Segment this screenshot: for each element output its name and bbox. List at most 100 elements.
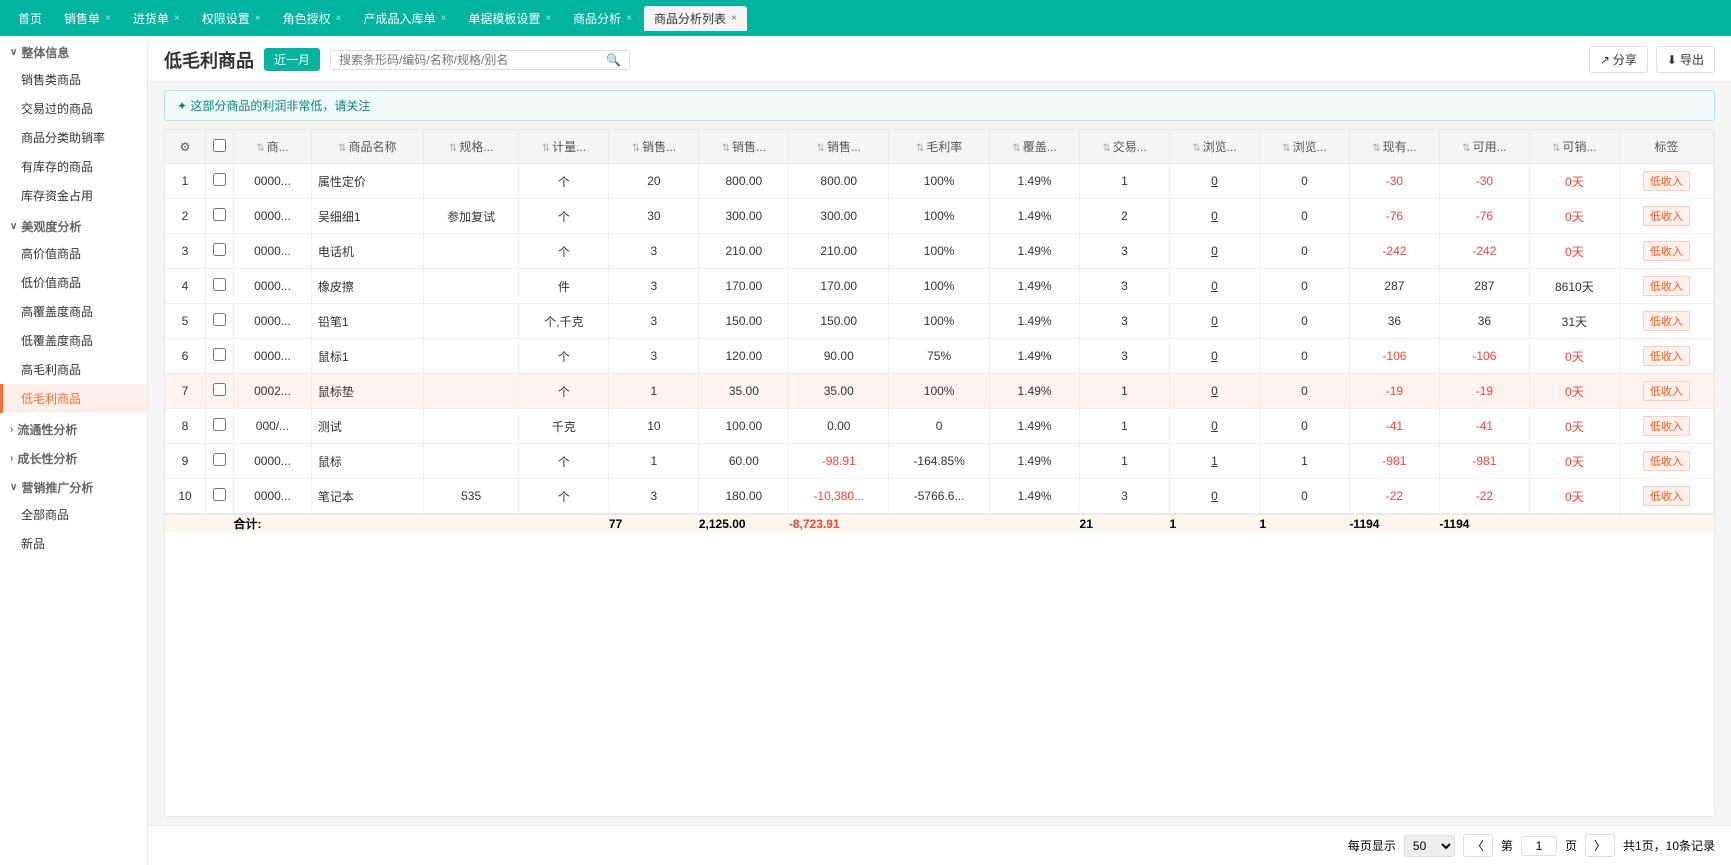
row-checkbox[interactable] xyxy=(213,453,226,466)
footer-coverage xyxy=(990,514,1080,532)
close-icon[interactable]: × xyxy=(440,13,446,24)
sidebar-item-traded-products[interactable]: 交易过的商品 xyxy=(0,94,147,123)
period-button[interactable]: 近一月 xyxy=(264,48,320,71)
cell-unit: 个 xyxy=(519,234,609,269)
next-page-button[interactable]: 〉 xyxy=(1585,834,1615,857)
cell-coverage: 1.49% xyxy=(990,199,1080,234)
cell-view1[interactable]: 1 xyxy=(1170,444,1260,479)
sidebar-item-stock-capital[interactable]: 库存资金占用 xyxy=(0,181,147,210)
row-checkbox[interactable] xyxy=(213,208,226,221)
sidebar-item-low-value[interactable]: 低价值商品 xyxy=(0,268,147,297)
nav-role-auth[interactable]: 角色授权 × xyxy=(273,6,352,31)
cell-view1[interactable]: 0 xyxy=(1170,339,1260,374)
row-checkbox[interactable] xyxy=(213,348,226,361)
cell-checkbox[interactable] xyxy=(206,374,234,409)
th-checkbox[interactable] xyxy=(206,130,234,164)
row-checkbox[interactable] xyxy=(213,313,226,326)
cell-tag: 低收入 xyxy=(1619,234,1713,269)
search-icon[interactable]: 🔍 xyxy=(606,53,621,67)
cell-sales-price: 60.00 xyxy=(699,444,789,479)
row-checkbox[interactable] xyxy=(213,173,226,186)
cell-checkbox[interactable] xyxy=(206,269,234,304)
nav-product-analysis-list[interactable]: 商品分析列表 × xyxy=(644,6,747,31)
cell-checkbox[interactable] xyxy=(206,234,234,269)
sidebar-group-aesthetics[interactable]: ∨ 美观度分析 xyxy=(0,210,147,239)
cell-view1[interactable]: 0 xyxy=(1170,374,1260,409)
sidebar-group-overall[interactable]: ∨ 整体信息 xyxy=(0,36,147,65)
th-margin: ⇅毛利率 xyxy=(889,130,990,164)
sidebar-item-sales-products[interactable]: 销售类商品 xyxy=(0,65,147,94)
cell-tag: 低收入 xyxy=(1619,304,1713,339)
cell-view1[interactable]: 0 xyxy=(1170,479,1260,515)
cell-view2: 0 xyxy=(1259,304,1349,339)
close-icon[interactable]: × xyxy=(174,13,180,24)
cell-view1[interactable]: 0 xyxy=(1170,304,1260,339)
table-row: 6 0000... 鼠标1 个 3 120.00 90.00 75% 1.49%… xyxy=(165,339,1714,374)
row-checkbox[interactable] xyxy=(213,418,226,431)
cell-checkbox[interactable] xyxy=(206,164,234,199)
nav-purchase-order[interactable]: 进货单 × xyxy=(123,6,190,31)
nav-product-in[interactable]: 产成品入库单 × xyxy=(353,6,456,31)
cell-view1[interactable]: 0 xyxy=(1170,164,1260,199)
cell-name: 铅笔1 xyxy=(311,304,423,339)
nav-template[interactable]: 单据模板设置 × xyxy=(458,6,561,31)
sidebar-item-category-rate[interactable]: 商品分类助销率 xyxy=(0,123,147,152)
row-checkbox[interactable] xyxy=(213,278,226,291)
nav-home[interactable]: 首页 xyxy=(8,6,52,31)
nav-sales-order[interactable]: 销售单 × xyxy=(54,6,121,31)
cell-coverage: 1.49% xyxy=(990,479,1080,515)
th-sales-price: ⇅销售... xyxy=(699,130,789,164)
sidebar-item-low-margin[interactable]: 低毛利商品 xyxy=(0,384,147,413)
cell-spec xyxy=(423,374,519,409)
row-checkbox[interactable] xyxy=(213,488,226,501)
sidebar-item-high-value[interactable]: 高价值商品 xyxy=(0,239,147,268)
cell-sales-price: 120.00 xyxy=(699,339,789,374)
sidebar-item-all-products[interactable]: 全部商品 xyxy=(0,500,147,529)
search-box[interactable]: 🔍 xyxy=(330,50,630,70)
th-settings[interactable]: ⚙ xyxy=(165,130,206,164)
cell-sales-amount: -98.91 xyxy=(789,444,889,479)
sidebar-group-growth[interactable]: › 成长性分析 xyxy=(0,442,147,471)
page-size-select[interactable]: 50 100 xyxy=(1404,835,1455,857)
export-button[interactable]: ⬇ 导出 xyxy=(1656,46,1715,73)
sidebar-group-marketing[interactable]: ∨ 营销推广分析 xyxy=(0,471,147,500)
share-button[interactable]: ↗ 分享 xyxy=(1589,46,1648,73)
page-number-input[interactable] xyxy=(1521,836,1557,856)
sidebar-item-in-stock[interactable]: 有库存的商品 xyxy=(0,152,147,181)
cell-checkbox[interactable] xyxy=(206,479,234,515)
close-icon[interactable]: × xyxy=(105,13,111,24)
close-icon[interactable]: × xyxy=(545,13,551,24)
close-icon[interactable]: × xyxy=(255,13,261,24)
cell-margin: 100% xyxy=(889,269,990,304)
close-icon[interactable]: × xyxy=(626,13,632,24)
cell-checkbox[interactable] xyxy=(206,444,234,479)
select-all-checkbox[interactable] xyxy=(213,139,226,152)
cell-checkbox[interactable] xyxy=(206,409,234,444)
cell-no: 4 xyxy=(165,269,206,304)
sidebar-item-high-coverage[interactable]: 高覆盖度商品 xyxy=(0,297,147,326)
cell-sales-price: 170.00 xyxy=(699,269,789,304)
cell-view1[interactable]: 0 xyxy=(1170,269,1260,304)
sidebar-group-circulation[interactable]: › 流通性分析 xyxy=(0,413,147,442)
cell-checkbox[interactable] xyxy=(206,339,234,374)
cell-view1[interactable]: 0 xyxy=(1170,234,1260,269)
sidebar-item-high-margin[interactable]: 高毛利商品 xyxy=(0,355,147,384)
sidebar-item-new-products[interactable]: 新品 xyxy=(0,529,147,558)
cell-view1[interactable]: 0 xyxy=(1170,409,1260,444)
cell-view1[interactable]: 0 xyxy=(1170,199,1260,234)
sidebar-item-low-coverage[interactable]: 低覆盖度商品 xyxy=(0,326,147,355)
nav-product-analysis[interactable]: 商品分析 × xyxy=(563,6,642,31)
cell-no: 8 xyxy=(165,409,206,444)
close-icon[interactable]: × xyxy=(336,13,342,24)
th-available: ⇅可用... xyxy=(1439,130,1529,164)
cell-sales-amount: 300.00 xyxy=(789,199,889,234)
close-icon[interactable]: × xyxy=(731,13,737,24)
cell-checkbox[interactable] xyxy=(206,199,234,234)
row-checkbox[interactable] xyxy=(213,383,226,396)
search-input[interactable] xyxy=(339,53,606,67)
cell-checkbox[interactable] xyxy=(206,304,234,339)
nav-permissions[interactable]: 权限设置 × xyxy=(192,6,271,31)
prev-page-button[interactable]: 〈 xyxy=(1463,834,1493,857)
row-checkbox[interactable] xyxy=(213,243,226,256)
cell-name: 笔记本 xyxy=(311,479,423,515)
